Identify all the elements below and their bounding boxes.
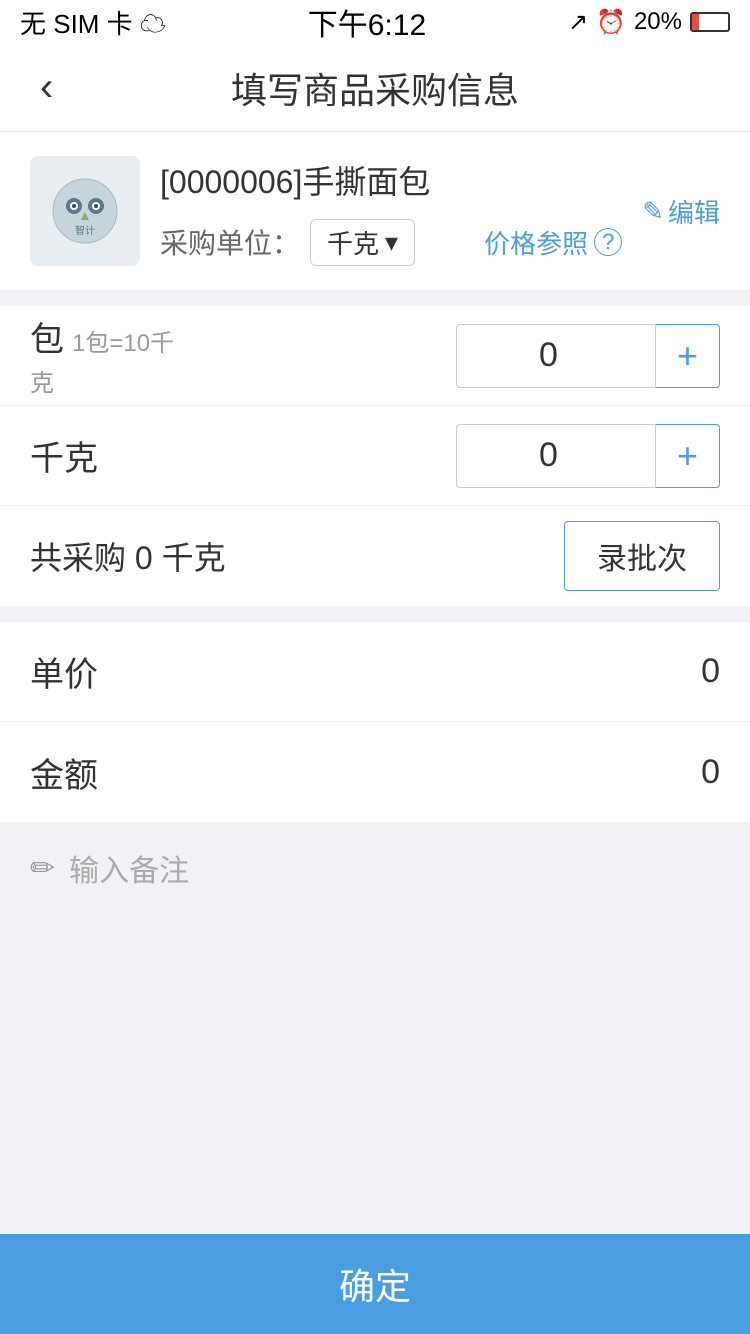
summary-text: 共采购 0 千克 xyxy=(30,533,226,579)
pencil-icon: ✏ xyxy=(30,851,55,886)
remark-section[interactable]: ✏ 输入备注 xyxy=(0,822,750,914)
purchase-unit: 采购单位： 千克 ▾ xyxy=(160,219,415,266)
remark-placeholder: 输入备注 xyxy=(69,846,189,890)
help-icon: ? xyxy=(594,228,622,256)
confirm-button[interactable]: 确定 xyxy=(0,1234,750,1334)
unit-dropdown[interactable]: 千克 ▾ xyxy=(310,219,415,266)
location-icon: ↗ xyxy=(568,8,588,37)
product-name: [0000006]手撕面包 xyxy=(160,157,622,203)
unit-price-value: 0 xyxy=(701,652,720,691)
product-right: ✎ 编辑 xyxy=(642,193,720,230)
battery-percent: 20% xyxy=(634,8,682,36)
status-left: 无 SIM 卡 ☁ xyxy=(20,4,166,41)
unit-value: 千克 xyxy=(327,224,379,261)
product-image: 智计 xyxy=(30,156,140,266)
divider-2 xyxy=(0,606,750,622)
sim-label: 无 SIM 卡 ☁ xyxy=(20,4,166,41)
product-meta: 采购单位： 千克 ▾ 价格参照 ? xyxy=(160,219,622,266)
back-button[interactable]: ‹ xyxy=(30,55,63,120)
unit-price-row: 单价 0 xyxy=(0,622,750,722)
kg-input-row: 千克 + xyxy=(0,406,750,506)
record-batch-button[interactable]: 录批次 xyxy=(564,521,720,591)
bag-label: 包1包=10千克 xyxy=(30,312,190,400)
price-ref-button[interactable]: 价格参照 ? xyxy=(484,224,622,261)
bag-plus-button[interactable]: + xyxy=(656,324,720,388)
nav-bar: ‹ 填写商品采购信息 xyxy=(0,44,750,132)
status-time: 下午6:12 xyxy=(308,0,426,44)
unit-price-label: 单价 xyxy=(30,647,98,696)
amount-row: 金额 0 xyxy=(0,722,750,822)
status-right: ↗ ⏰ 20% xyxy=(568,8,730,37)
divider-1 xyxy=(0,290,750,306)
summary-row: 共采购 0 千克 录批次 xyxy=(0,506,750,606)
bag-quantity-input[interactable] xyxy=(456,324,656,388)
battery-indicator xyxy=(690,12,730,32)
product-logo: 智计 xyxy=(50,176,120,246)
edit-button[interactable]: ✎ 编辑 xyxy=(642,193,720,230)
purchase-unit-label: 采购单位： xyxy=(160,222,300,262)
kg-input-right: + xyxy=(456,424,720,488)
bottom-area xyxy=(0,914,750,1214)
amount-value: 0 xyxy=(701,753,720,792)
bag-input-row: 包1包=10千克 + xyxy=(0,306,750,406)
page-title: 填写商品采购信息 xyxy=(231,62,519,114)
edit-icon: ✎ xyxy=(642,196,664,227)
svg-text:智计: 智计 xyxy=(75,224,95,237)
kg-quantity-input[interactable] xyxy=(456,424,656,488)
kg-plus-button[interactable]: + xyxy=(656,424,720,488)
edit-label: 编辑 xyxy=(668,193,720,230)
input-section: 包1包=10千克 + 千克 + xyxy=(0,306,750,506)
product-card: 智计 [0000006]手撕面包 采购单位： 千克 ▾ 价格参照 ? ✎ 编辑 xyxy=(0,132,750,290)
bag-input-right: + xyxy=(456,324,720,388)
alarm-icon: ⏰ xyxy=(596,8,626,37)
price-ref-label: 价格参照 xyxy=(484,224,588,261)
dropdown-arrow-icon: ▾ xyxy=(385,227,398,258)
price-section: 单价 0 金额 0 xyxy=(0,622,750,822)
kg-label: 千克 xyxy=(30,431,190,480)
status-bar: 无 SIM 卡 ☁ 下午6:12 ↗ ⏰ 20% xyxy=(0,0,750,44)
amount-label: 金额 xyxy=(30,748,98,797)
product-info: [0000006]手撕面包 采购单位： 千克 ▾ 价格参照 ? xyxy=(160,157,622,266)
